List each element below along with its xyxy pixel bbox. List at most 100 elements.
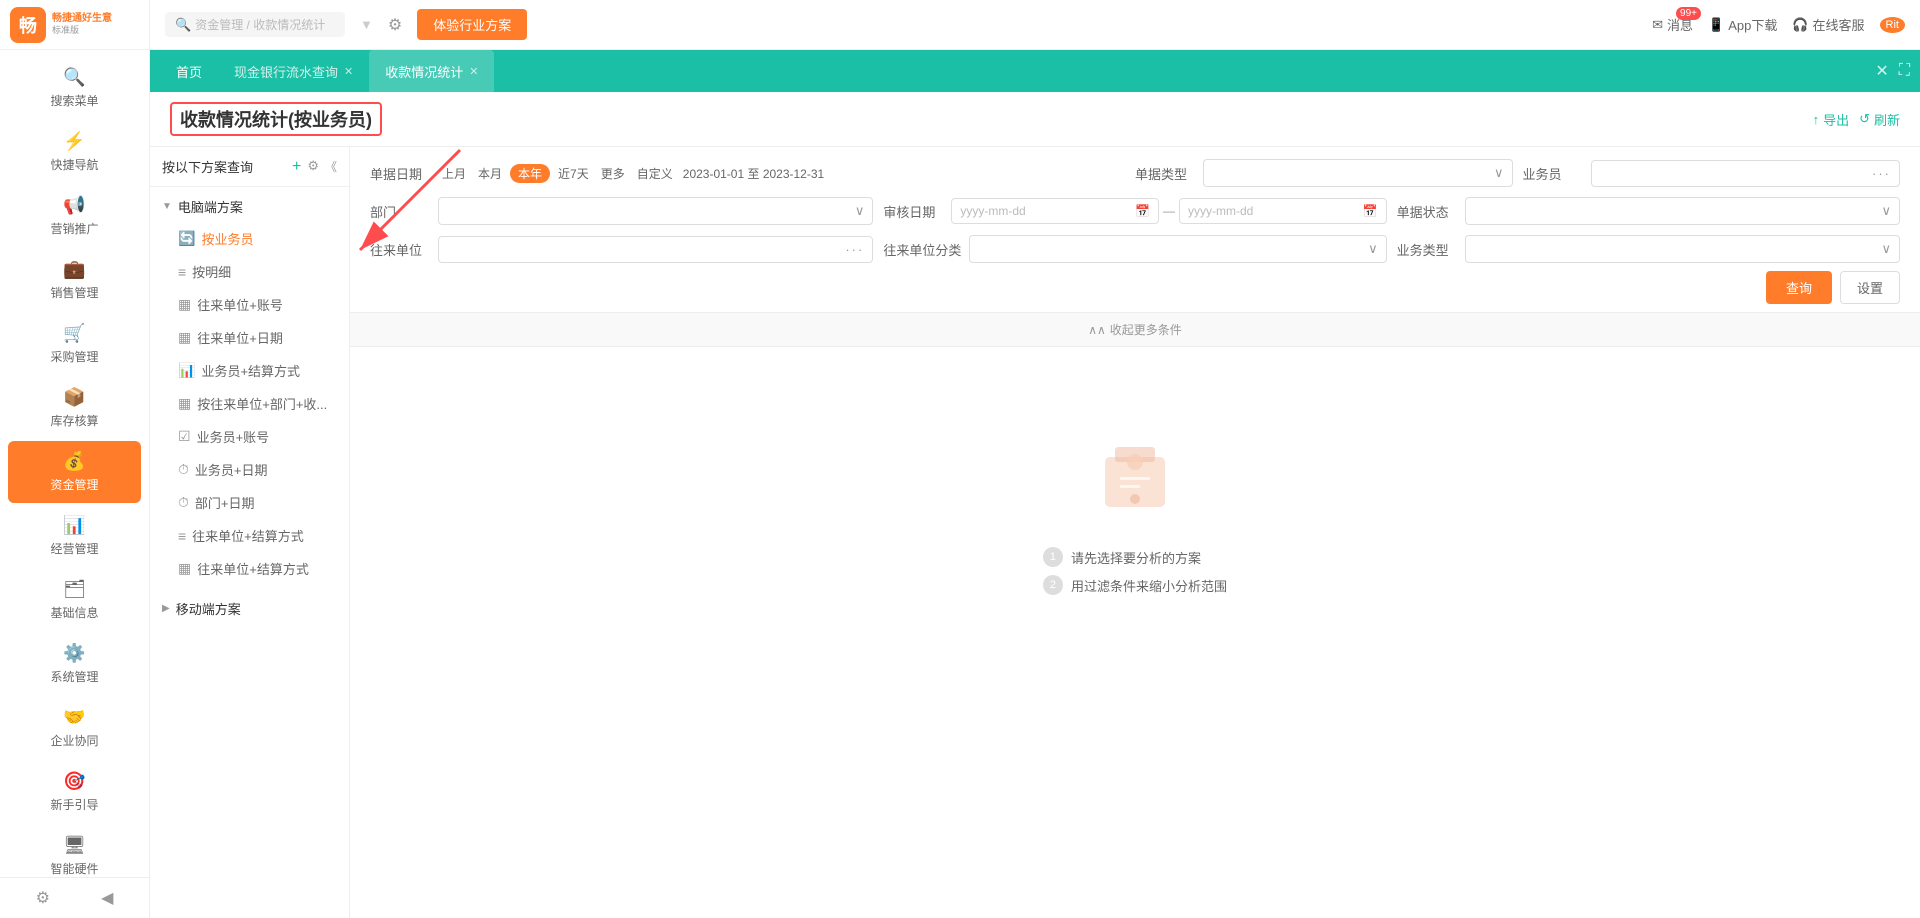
desktop-scheme-group: ▼ 电脑端方案 🔄 按业务员 ≡ 按明细 ▦ 往来单位+账号 (150, 187, 349, 589)
doc-status-arrow: ∨ (1881, 203, 1891, 219)
scheme-collapse-button[interactable]: 《 (325, 158, 337, 176)
salesperson-label: 业务员 (1523, 164, 1583, 183)
dept-label: 部门 (370, 202, 430, 221)
doc-status-select[interactable]: ∨ (1465, 197, 1900, 225)
review-date-from[interactable]: yyyy-mm-dd 📅 (951, 198, 1159, 224)
date-tab-this-year[interactable]: 本年 (510, 164, 550, 183)
tab-bar: 首页 现金银行流水查询 ✕ 收款情况统计 ✕ ✕ ⛶ (150, 50, 1920, 92)
calendar-to-icon[interactable]: 📅 (1363, 204, 1378, 218)
online-service-button[interactable]: 🎧 在线客服 (1792, 15, 1864, 34)
filter-partner-category-field: 往来单位分类 ∨ (883, 235, 1386, 263)
query-button[interactable]: 查询 (1766, 271, 1832, 304)
window-close-button[interactable]: ✕ (1875, 61, 1888, 81)
tab-home[interactable]: 首页 (160, 50, 218, 92)
settings-button[interactable]: 设置 (1840, 271, 1900, 304)
dept-select[interactable]: ∨ (438, 197, 873, 225)
partner-category-select[interactable]: ∨ (969, 235, 1386, 263)
scheme-item-partner-dept[interactable]: ▦ 按往来单位+部门+收... (150, 387, 349, 420)
sidebar-item-basic[interactable]: 🗂 基础信息 (8, 569, 141, 631)
filter-row-3: 往来单位 ··· 往来单位分类 ∨ (370, 235, 1900, 263)
partner-account-icon: ▦ (178, 296, 191, 313)
doc-type-label: 单据类型 (1135, 164, 1195, 183)
sidebar-settings-btn[interactable]: ⚙ (36, 888, 50, 908)
date-tab-last-7-days[interactable]: 近7天 (554, 164, 593, 183)
scheme-item-salesperson-payment[interactable]: 📊 业务员+结算方式 (150, 354, 349, 387)
doc-status-label: 单据状态 (1397, 202, 1457, 221)
date-tab-this-month[interactable]: 本月 (474, 164, 506, 183)
messages-button[interactable]: ✉ 消息 99+ (1652, 15, 1693, 34)
export-button[interactable]: ↑ 导出 (1813, 110, 1850, 129)
calendar-from-icon[interactable]: 📅 (1135, 204, 1150, 218)
sidebar-item-system[interactable]: ⚙️ 系统管理 (8, 633, 141, 695)
sidebar-item-search[interactable]: 🔍 搜索菜单 (8, 57, 141, 119)
dept-date-icon: ⏱ (178, 494, 189, 511)
desktop-group-arrow: ▼ (162, 201, 172, 212)
sidebar-item-marketing[interactable]: 📢 营销推广 (8, 185, 141, 247)
date-tab-last-month[interactable]: 上月 (438, 164, 470, 183)
filter-row-2: 部门 ∨ 审核日期 yyyy-mm-dd 📅 (370, 197, 1900, 225)
app-download-button[interactable]: 📱 App下载 (1708, 15, 1777, 34)
sidebar-item-enterprise[interactable]: 🤝 企业协同 (8, 697, 141, 759)
scheme-settings-button[interactable]: ⚙ (307, 158, 319, 176)
user-info[interactable]: Rit (1880, 17, 1905, 33)
tab-collection-stats[interactable]: 收款情况统计 ✕ (369, 50, 494, 92)
tab-bank-flow-close[interactable]: ✕ (344, 65, 353, 78)
purchase-icon: 🛒 (63, 323, 85, 344)
dept-arrow: ∨ (855, 203, 865, 219)
salesperson-scheme-icon: 🔄 (178, 230, 195, 247)
scheme-item-partner-payment1[interactable]: ≡ 往来单位+结算方式 (150, 519, 349, 552)
salesperson-select[interactable]: ··· (1591, 160, 1901, 187)
sidebar-item-hardware[interactable]: 🖥 智能硬件 (8, 825, 141, 877)
guide-icon: 🎯 (63, 771, 85, 792)
scheme-item-salesperson-date[interactable]: ⏱ 业务员+日期 (150, 453, 349, 486)
scheme-item-salesperson-account[interactable]: ☑ 业务员+账号 (150, 420, 349, 453)
finance-icon: 💰 (63, 451, 85, 472)
refresh-button[interactable]: ↺ 刷新 (1859, 110, 1900, 129)
business-type-select[interactable]: ∨ (1465, 235, 1900, 263)
topbar-settings-icon[interactable]: ⚙ (388, 15, 402, 35)
step1-text: 请先选择要分析的方案 (1071, 548, 1201, 567)
mobile-group-toggle[interactable]: ▶ 移动端方案 (150, 593, 349, 624)
scheme-item-dept-date[interactable]: ⏱ 部门+日期 (150, 486, 349, 519)
sidebar-item-operation[interactable]: 📊 经营管理 (8, 505, 141, 567)
scheme-item-by-salesperson[interactable]: 🔄 按业务员 (150, 222, 349, 255)
tab-collection-stats-close[interactable]: ✕ (469, 65, 478, 78)
sidebar-item-finance[interactable]: 💰 资金管理 (8, 441, 141, 503)
salesperson-account-icon: ☑ (178, 428, 191, 445)
partner-dots[interactable]: ··· (845, 242, 864, 257)
scheme-item-by-detail[interactable]: ≡ 按明细 (150, 255, 349, 288)
collapse-bar[interactable]: ∧∧ 收起更多条件 (350, 312, 1920, 346)
trial-button[interactable]: 体验行业方案 (417, 9, 527, 40)
sidebar-item-purchase[interactable]: 🛒 采购管理 (8, 313, 141, 375)
download-icon: 📱 (1708, 17, 1724, 33)
search-nav-icon: 🔍 (63, 67, 85, 88)
mobile-scheme-group: ▶ 移动端方案 (150, 589, 349, 628)
scheme-item-partner-date[interactable]: ▦ 往来单位+日期 (150, 321, 349, 354)
review-date-to[interactable]: yyyy-mm-dd 📅 (1179, 198, 1387, 224)
sidebar-item-guide[interactable]: 🎯 新手引导 (8, 761, 141, 823)
partner-select[interactable]: ··· (438, 236, 873, 263)
date-tab-more[interactable]: 更多 (597, 164, 629, 183)
scheme-add-button[interactable]: + (292, 158, 301, 176)
sidebar-item-sales[interactable]: 💼 销售管理 (8, 249, 141, 311)
tab-bank-flow[interactable]: 现金银行流水查询 ✕ (218, 50, 369, 92)
topbar-divider: ▼ (360, 17, 373, 32)
export-icon: ↑ (1813, 112, 1820, 127)
desktop-group-toggle[interactable]: ▼ 电脑端方案 (150, 191, 349, 222)
service-icon: 🎧 (1792, 17, 1808, 33)
message-icon: ✉ (1652, 17, 1663, 33)
sidebar-item-shortcut[interactable]: ⚡ 快捷导航 (8, 121, 141, 183)
sidebar-item-inventory[interactable]: 📦 库存核算 (8, 377, 141, 439)
sales-icon: 💼 (63, 259, 85, 280)
scheme-item-partner-payment2[interactable]: ▦ 往来单位+结算方式 (150, 552, 349, 585)
sidebar-collapse-btn[interactable]: ◀ (101, 888, 113, 908)
date-tab-custom[interactable]: 自定义 (633, 164, 677, 183)
partner-label: 往来单位 (370, 240, 430, 259)
window-maximize-button[interactable]: ⛶ (1899, 62, 1910, 80)
topbar-search-box: 🔍 资金管理 / 收款情况统计 (165, 12, 345, 37)
scheme-item-partner-account[interactable]: ▦ 往来单位+账号 (150, 288, 349, 321)
date-separator: — (1163, 204, 1175, 218)
doc-type-select[interactable]: ∨ (1203, 159, 1513, 187)
salesperson-dots[interactable]: ··· (1872, 166, 1891, 181)
sidebar-nav: 🔍 搜索菜单 ⚡ 快捷导航 📢 营销推广 💼 销售管理 🛒 采购管理 📦 (0, 50, 149, 877)
